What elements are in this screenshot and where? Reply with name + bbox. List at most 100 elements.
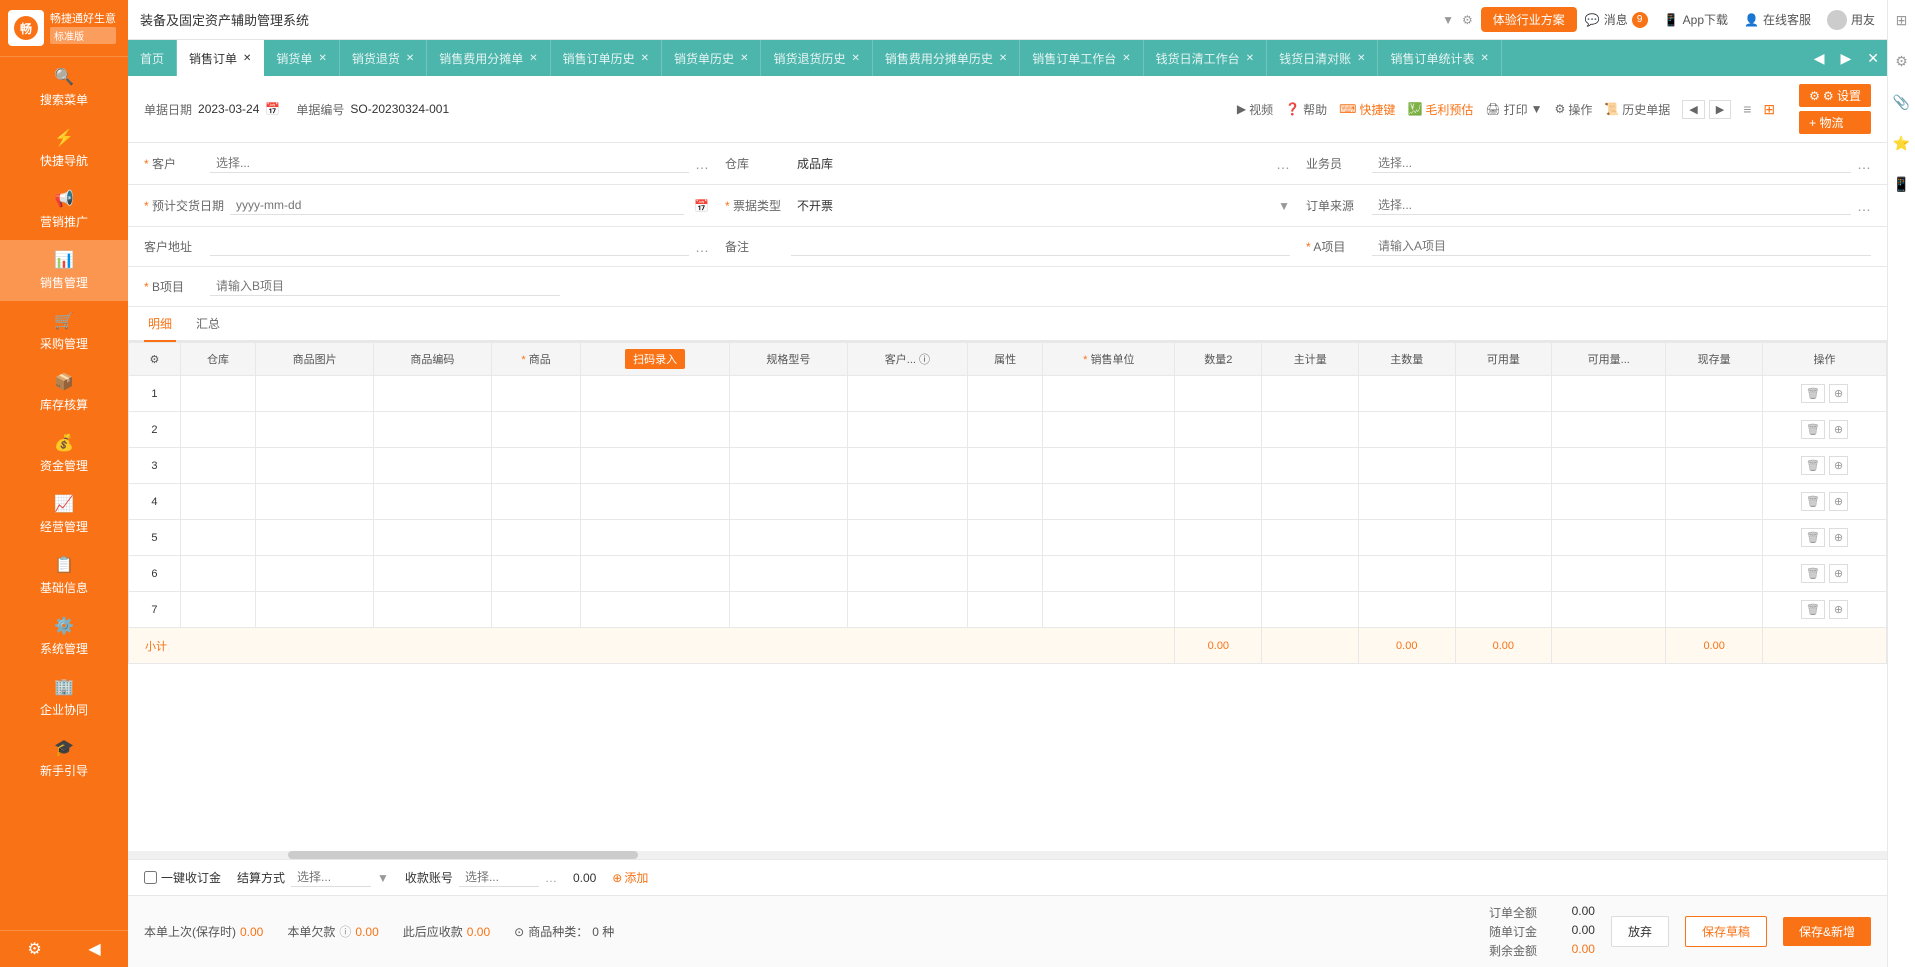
scan-input-button[interactable]: 扫码录入 xyxy=(625,349,685,369)
row-goods[interactable] xyxy=(491,592,581,628)
operation-action[interactable]: ⚙ 操作 xyxy=(1555,101,1593,118)
row-available2[interactable] xyxy=(1552,376,1666,412)
copy-row-button[interactable]: ⊕ xyxy=(1829,564,1848,583)
tab-order-stats[interactable]: 销售订单统计表 ✕ xyxy=(1378,40,1501,76)
address-input[interactable] xyxy=(210,237,689,256)
row-qty2[interactable] xyxy=(1175,592,1262,628)
row-stock[interactable] xyxy=(1666,556,1763,592)
row-qty2[interactable] xyxy=(1175,448,1262,484)
row-image[interactable] xyxy=(256,556,374,592)
online-service-button[interactable]: 👤 在线客服 xyxy=(1744,11,1811,28)
row-warehouse[interactable] xyxy=(180,556,255,592)
sidebar-item-marketing[interactable]: 📢 营销推广 xyxy=(0,179,128,240)
row-image[interactable] xyxy=(256,448,374,484)
row-available2[interactable] xyxy=(1552,448,1666,484)
tab-detail[interactable]: 明细 xyxy=(144,307,176,342)
payment-dropdown-icon[interactable]: ▼ xyxy=(377,871,389,885)
row-stock[interactable] xyxy=(1666,520,1763,556)
profit-forecast-action[interactable]: 💹 毛利预估 xyxy=(1407,101,1473,118)
row-available2[interactable] xyxy=(1552,520,1666,556)
row-available2[interactable] xyxy=(1552,556,1666,592)
row-goods[interactable] xyxy=(491,448,581,484)
row-stock[interactable] xyxy=(1666,376,1763,412)
settings-icon[interactable]: ⚙ xyxy=(1462,13,1473,27)
row-available[interactable] xyxy=(1455,556,1552,592)
tab-return-history[interactable]: 销货退货历史 ✕ xyxy=(761,40,872,76)
row-image[interactable] xyxy=(256,592,374,628)
invoice-dropdown-icon[interactable]: ▼ xyxy=(1278,199,1290,213)
row-spec[interactable] xyxy=(730,556,848,592)
calendar-icon[interactable]: 📅 xyxy=(265,102,280,116)
row-attribute[interactable] xyxy=(967,520,1042,556)
row-unit[interactable] xyxy=(1043,376,1175,412)
row-main-qty[interactable] xyxy=(1358,556,1455,592)
row-main-qty[interactable] xyxy=(1358,484,1455,520)
order-source-more-icon[interactable]: … xyxy=(1857,198,1871,214)
history-action[interactable]: 📜 历史单据 xyxy=(1604,101,1670,118)
tab-close-icon[interactable]: ✕ xyxy=(1122,53,1130,64)
delete-row-button[interactable]: 🗑 xyxy=(1801,456,1825,475)
row-available[interactable] xyxy=(1455,448,1552,484)
row-main-qty[interactable] xyxy=(1358,412,1455,448)
video-action[interactable]: ▶ 视频 xyxy=(1237,101,1273,118)
address-more-icon[interactable]: … xyxy=(695,239,709,255)
row-main-qty[interactable] xyxy=(1358,376,1455,412)
quick-order-checkbox[interactable]: 一键收订金 xyxy=(144,869,221,886)
settings-bottom-icon[interactable]: ⚙ xyxy=(27,939,41,959)
right-panel-icon-3[interactable]: 📎 xyxy=(1889,90,1914,115)
sidebar-item-base-info[interactable]: 📋 基础信息 xyxy=(0,545,128,606)
settings-button[interactable]: ⚙ ⚙ 设置 xyxy=(1799,84,1871,107)
quick-order-check[interactable] xyxy=(144,871,157,884)
tab-close-icon[interactable]: ✕ xyxy=(529,53,537,64)
row-customer-code[interactable] xyxy=(847,484,967,520)
row-unit[interactable] xyxy=(1043,592,1175,628)
prev-record-button[interactable]: ◀ xyxy=(1682,100,1704,119)
tab-expense-history[interactable]: 销售费用分摊单历史 ✕ xyxy=(873,40,1020,76)
delivery-date-input[interactable] xyxy=(230,196,684,215)
row-available2[interactable] xyxy=(1552,484,1666,520)
tab-order-workbench[interactable]: 销售订单工作台 ✕ xyxy=(1020,40,1143,76)
help-action[interactable]: ❓ 帮助 xyxy=(1285,101,1327,118)
sidebar-item-enterprise[interactable]: 🏢 企业协同 xyxy=(0,667,128,728)
print-action[interactable]: 🖨 打印 ▼ xyxy=(1485,101,1542,118)
right-panel-icon-5[interactable]: 📱 xyxy=(1889,172,1914,197)
row-available[interactable] xyxy=(1455,592,1552,628)
row-warehouse[interactable] xyxy=(180,484,255,520)
row-main-unit[interactable] xyxy=(1262,412,1359,448)
tab-next-icon[interactable]: ▶ xyxy=(1832,40,1859,76)
tab-close-icon[interactable]: ✕ xyxy=(851,53,859,64)
right-panel-icon-1[interactable]: ⊞ xyxy=(1892,8,1912,33)
row-main-unit[interactable] xyxy=(1262,592,1359,628)
row-main-qty[interactable] xyxy=(1358,448,1455,484)
tab-summary[interactable]: 汇总 xyxy=(192,307,224,342)
delete-row-button[interactable]: 🗑 xyxy=(1801,600,1825,619)
row-available[interactable] xyxy=(1455,412,1552,448)
row-image[interactable] xyxy=(256,484,374,520)
account-input[interactable] xyxy=(459,868,539,887)
row-warehouse[interactable] xyxy=(180,592,255,628)
right-panel-icon-2[interactable]: ⚙ xyxy=(1891,49,1912,74)
industry-plan-button[interactable]: 体验行业方案 xyxy=(1481,7,1577,32)
tab-close-icon[interactable]: ✕ xyxy=(740,53,748,64)
customer-more-icon[interactable]: … xyxy=(695,156,709,172)
grid-view-icon[interactable]: ⊞ xyxy=(1763,101,1775,118)
tab-cash-reconcile[interactable]: 钱货日清对账 ✕ xyxy=(1267,40,1378,76)
row-goods[interactable] xyxy=(491,520,581,556)
row-spec[interactable] xyxy=(730,484,848,520)
row-stock[interactable] xyxy=(1666,484,1763,520)
tab-prev-icon[interactable]: ◀ xyxy=(1806,40,1833,76)
row-unit[interactable] xyxy=(1043,412,1175,448)
row-available[interactable] xyxy=(1455,484,1552,520)
row-spec[interactable] xyxy=(730,412,848,448)
row-unit[interactable] xyxy=(1043,484,1175,520)
row-main-unit[interactable] xyxy=(1262,520,1359,556)
tab-sales-order[interactable]: 销售订单 ✕ xyxy=(177,40,264,76)
order-source-input[interactable] xyxy=(1372,196,1851,215)
row-main-unit[interactable] xyxy=(1262,556,1359,592)
remark-input[interactable] xyxy=(791,237,1290,256)
copy-row-button[interactable]: ⊕ xyxy=(1829,384,1848,403)
tab-close-all-icon[interactable]: ✕ xyxy=(1859,40,1887,76)
row-qty2[interactable] xyxy=(1175,376,1262,412)
save-new-button[interactable]: 保存&新增 xyxy=(1783,917,1871,946)
salesperson-more-icon[interactable]: … xyxy=(1857,156,1871,172)
